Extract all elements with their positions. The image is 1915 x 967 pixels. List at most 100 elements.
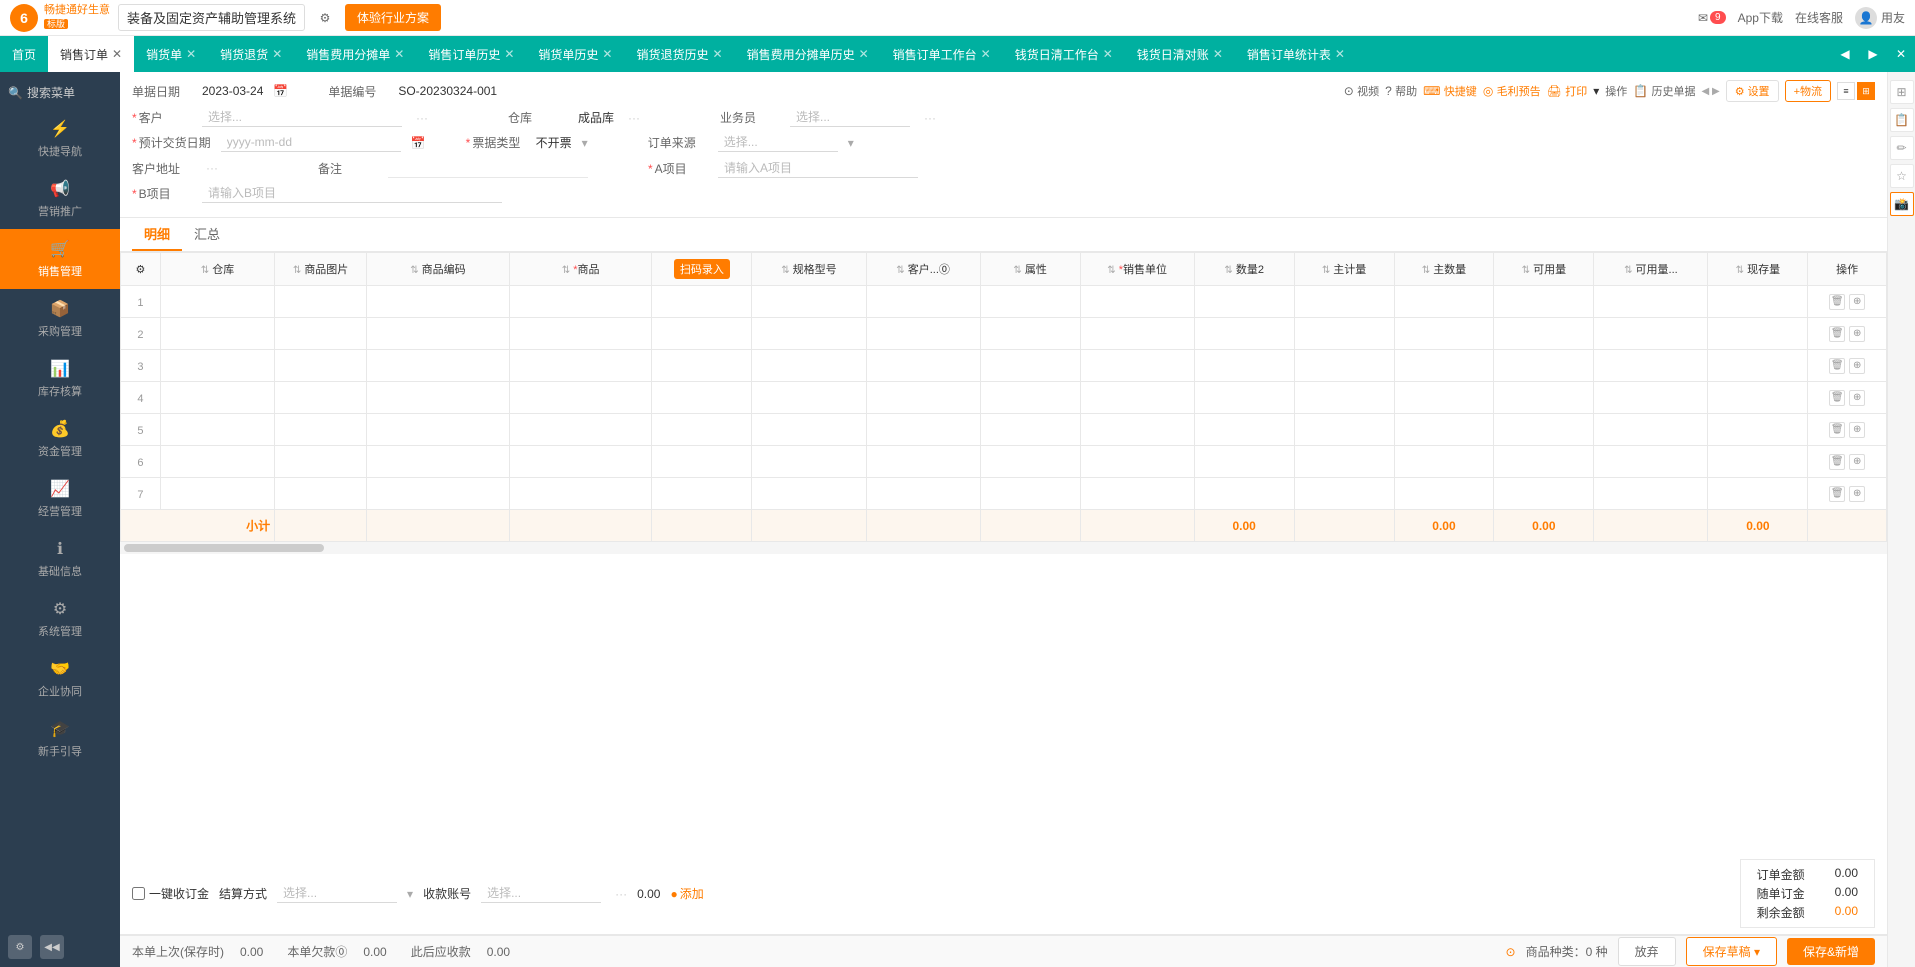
- td-spec-1[interactable]: [752, 286, 866, 318]
- td-main-qty-1[interactable]: [1394, 286, 1494, 318]
- online-service-link[interactable]: 在线客服: [1795, 9, 1843, 26]
- sidebar-item-finance[interactable]: 💰 资金管理: [0, 409, 120, 469]
- th-img[interactable]: ⇅ 商品图片: [275, 253, 367, 286]
- row-delete-5[interactable]: 🗑: [1829, 422, 1845, 438]
- scan-btn[interactable]: 扫码录入: [674, 259, 730, 279]
- customer-input[interactable]: [202, 108, 402, 127]
- right-panel-icon-2[interactable]: 📋: [1890, 108, 1914, 132]
- profit-icon2[interactable]: ◎ 毛利预告: [1483, 83, 1541, 99]
- td-warehouse-1[interactable]: [160, 286, 274, 318]
- nav-tab-1-close[interactable]: ✕: [186, 47, 196, 61]
- row-copy-2[interactable]: ⊕: [1849, 326, 1865, 342]
- sidebar-item-marketing[interactable]: 📢 营销推广: [0, 169, 120, 229]
- tab-summary[interactable]: 汇总: [182, 218, 232, 251]
- history-icon2[interactable]: 📋 历史单据: [1633, 83, 1695, 99]
- sidebar-item-collab[interactable]: 🤝 企业协同: [0, 649, 120, 709]
- right-panel-icon-4[interactable]: ☆: [1890, 164, 1914, 188]
- nav-tab-11-close[interactable]: ✕: [1335, 47, 1345, 61]
- nav-tab-9-close[interactable]: ✕: [1103, 47, 1113, 61]
- add-payment-btn[interactable]: ● 添加: [670, 885, 703, 902]
- grid-view-icon2[interactable]: ⊞: [1857, 82, 1875, 100]
- sidebar-item-system[interactable]: ⚙ 系统管理: [0, 589, 120, 649]
- td-main-unit-2[interactable]: [1294, 318, 1394, 350]
- td-current-1[interactable]: [1708, 286, 1808, 318]
- warehouse-dots[interactable]: ···: [628, 111, 640, 125]
- save-new-btn[interactable]: 保存&新增: [1787, 938, 1875, 965]
- message-area[interactable]: ✉ 9 ✉: [1698, 11, 1726, 25]
- view-icon2[interactable]: ⊙ 视频: [1344, 83, 1379, 99]
- print-icon2[interactable]: 🖨 打印: [1547, 83, 1588, 99]
- app-download-link[interactable]: App下载: [1738, 9, 1783, 26]
- row-copy-1[interactable]: ⊕: [1849, 294, 1865, 310]
- row-delete-3[interactable]: 🗑: [1829, 358, 1845, 374]
- account-dots[interactable]: ···: [615, 887, 627, 901]
- nav-tab-11[interactable]: 销售订单统计表 ✕: [1235, 36, 1357, 72]
- td-current-2[interactable]: [1708, 318, 1808, 350]
- b-project-input[interactable]: [202, 184, 502, 203]
- th-unit[interactable]: ⇅ *销售单位: [1080, 253, 1194, 286]
- shortcut-icon2[interactable]: ⌨ 快捷键: [1423, 83, 1477, 99]
- sidebar-collapse-btn[interactable]: ◀◀: [40, 935, 64, 959]
- draft-btn[interactable]: 保存草稿 ▾: [1686, 937, 1777, 966]
- tab-detail[interactable]: 明细: [132, 218, 182, 251]
- settings-icon[interactable]: ⚙: [313, 6, 337, 30]
- sidebar-item-purchase[interactable]: 📦 采购管理: [0, 289, 120, 349]
- td-cust-1[interactable]: [866, 286, 980, 318]
- nav-tab-7[interactable]: 销售费用分摊单历史 ✕: [735, 36, 881, 72]
- nav-tab-9[interactable]: 钱货日清工作台 ✕: [1003, 36, 1125, 72]
- right-panel-icon-1[interactable]: ⊞: [1890, 80, 1914, 104]
- calendar-icon[interactable]: 📅: [273, 84, 288, 98]
- td-warehouse-2[interactable]: [160, 318, 274, 350]
- account-input[interactable]: [481, 884, 601, 903]
- scroll-thumb[interactable]: [124, 544, 324, 552]
- th-avail2[interactable]: ⇅ 可用量...: [1594, 253, 1708, 286]
- td-qty2-1[interactable]: [1194, 286, 1294, 318]
- row-copy-4[interactable]: ⊕: [1849, 390, 1865, 406]
- sidebar-item-basic-info[interactable]: ℹ 基础信息: [0, 529, 120, 589]
- sidebar-search[interactable]: 🔍 搜索菜单: [0, 76, 120, 109]
- customer-dots[interactable]: ···: [416, 111, 428, 125]
- nav-tab-6-close[interactable]: ✕: [713, 47, 723, 61]
- row-copy-5[interactable]: ⊕: [1849, 422, 1865, 438]
- td-goods-1[interactable]: [509, 286, 652, 318]
- row-delete-2[interactable]: 🗑: [1829, 326, 1845, 342]
- row-delete-6[interactable]: 🗑: [1829, 454, 1845, 470]
- address-dots[interactable]: ···: [206, 161, 218, 175]
- sidebar-item-sales[interactable]: 🛒 销售管理: [0, 229, 120, 289]
- nav-tab-4[interactable]: 销售订单历史 ✕: [416, 36, 526, 72]
- th-main-qty[interactable]: ⇅ 主数量: [1394, 253, 1494, 286]
- nav-tab-8-close[interactable]: ✕: [981, 47, 991, 61]
- remarks-input-area[interactable]: [388, 158, 588, 178]
- nav-tab-0[interactable]: 销售订单 ✕: [48, 36, 134, 72]
- user-area[interactable]: 👤 用友: [1855, 7, 1905, 29]
- row-copy-7[interactable]: ⊕: [1849, 486, 1865, 502]
- staff-input[interactable]: [790, 108, 910, 127]
- row-delete-7[interactable]: 🗑: [1829, 486, 1845, 502]
- td-main-qty-2[interactable]: [1394, 318, 1494, 350]
- a-project-input[interactable]: [718, 159, 918, 178]
- td-avail2-1[interactable]: [1594, 286, 1708, 318]
- td-attr-2[interactable]: [980, 318, 1080, 350]
- th-avail1[interactable]: ⇅ 可用量: [1494, 253, 1594, 286]
- nav-tab-3-close[interactable]: ✕: [394, 47, 404, 61]
- nav-more-btn[interactable]: ✕: [1887, 36, 1915, 72]
- td-main-unit-1[interactable]: [1294, 286, 1394, 318]
- product-count-icon[interactable]: ⊙: [1506, 945, 1516, 959]
- nav-tab-7-close[interactable]: ✕: [859, 47, 869, 61]
- one-click-checkbox[interactable]: 一键收订金: [132, 885, 209, 902]
- td-img-2[interactable]: [275, 318, 367, 350]
- td-spec-2[interactable]: [752, 318, 866, 350]
- td-cust-2[interactable]: [866, 318, 980, 350]
- th-spec[interactable]: ⇅ 规格型号: [752, 253, 866, 286]
- th-qty2[interactable]: ⇅ 数量2: [1194, 253, 1294, 286]
- nav-tab-6[interactable]: 销货退货历史 ✕: [624, 36, 734, 72]
- nav-next-btn[interactable]: ▶: [1859, 36, 1887, 72]
- row-copy-6[interactable]: ⊕: [1849, 454, 1865, 470]
- discard-btn[interactable]: 放弃: [1618, 937, 1676, 966]
- td-qty2-2[interactable]: [1194, 318, 1294, 350]
- td-img-1[interactable]: [275, 286, 367, 318]
- sidebar-item-operations[interactable]: 📈 经营管理: [0, 469, 120, 529]
- td-code-1[interactable]: [367, 286, 510, 318]
- nav-tab-0-close[interactable]: ✕: [112, 47, 122, 61]
- invoice-dropdown-icon[interactable]: ▾: [582, 136, 588, 150]
